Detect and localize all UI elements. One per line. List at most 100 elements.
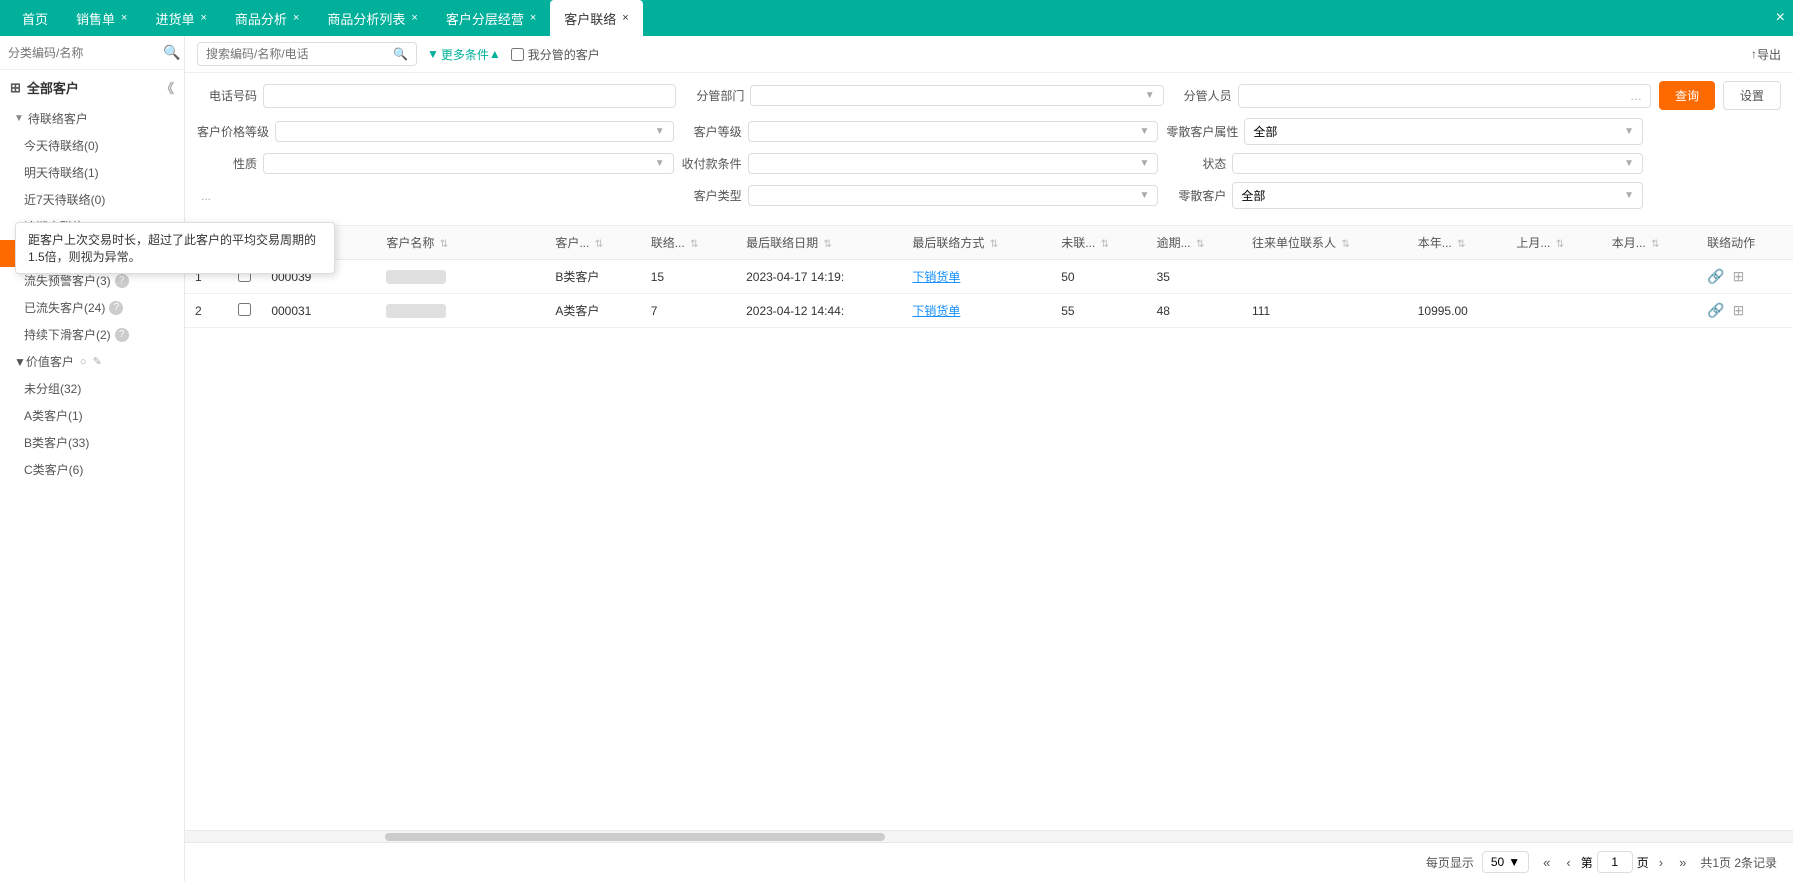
row2-checkbox[interactable] (228, 294, 261, 328)
retail-attr-select[interactable]: 全部 ▼ (1244, 118, 1643, 145)
scrollbar-thumb[interactable] (385, 833, 885, 841)
main-search-icon[interactable]: 🔍 (393, 47, 408, 61)
customer-grade-dropdown-icon: ▼ (1139, 126, 1149, 137)
customer-type-label: 客户类型 (682, 187, 742, 204)
sidebar-item-class-a[interactable]: A类客户(1) (0, 402, 184, 429)
dept-select[interactable]: ▼ (750, 85, 1163, 106)
customer-grade-select[interactable]: ▼ (748, 121, 1159, 142)
sidebar-item-7days-contact[interactable]: 近7天待联络(0) (0, 186, 184, 213)
nav-home[interactable]: 首页 (8, 0, 62, 36)
per-page-label: 每页显示 (1426, 854, 1474, 871)
row1-last-method[interactable]: 下销货单 (902, 260, 1051, 294)
edit-value-group-icon[interactable]: ○ (80, 356, 87, 368)
not-contact-sort-icon[interactable]: ⇅ (1101, 239, 1109, 250)
prev-page-btn[interactable]: ‹ (1560, 853, 1576, 872)
last-page-btn[interactable]: » (1673, 853, 1692, 872)
row2-method-link[interactable]: 下销货单 (912, 304, 960, 318)
sidebar-item-tomorrow-contact[interactable]: 明天待联络(1) (0, 159, 184, 186)
row1-grid-icon[interactable]: ⊞ (1733, 268, 1745, 285)
row1-method-link[interactable]: 下销货单 (912, 270, 960, 284)
last-month-sort-icon[interactable]: ⇅ (1556, 239, 1564, 250)
grid-icon: ⊞ (10, 80, 21, 96)
nav-product-analysis-list[interactable]: 商品分析列表 × (313, 0, 431, 36)
contact-sort-icon[interactable]: ⇅ (690, 239, 698, 250)
close-all-tabs-icon[interactable]: × (1776, 9, 1785, 27)
overdue-sort-icon[interactable]: ⇅ (1196, 239, 1204, 250)
edit-pencil-icon[interactable]: ✎ (93, 355, 102, 368)
contacts-person-sort-icon[interactable]: ⇅ (1341, 239, 1349, 250)
collapse-sidebar-icon[interactable]: 《 (161, 78, 174, 97)
retail-attr-label: 零散客户属性 (1166, 123, 1238, 140)
row2-contacts-person: 111 (1242, 294, 1408, 328)
value-customer-group[interactable]: ▼ 价值客户 ○ ✎ (0, 348, 184, 375)
name-sort-icon[interactable]: ⇅ (440, 239, 448, 250)
sidebar-item-class-c[interactable]: C类客户(6) (0, 456, 184, 483)
person-select[interactable]: … (1238, 84, 1651, 108)
horizontal-scrollbar[interactable] (185, 830, 1793, 842)
next-page-btn[interactable]: › (1653, 853, 1669, 872)
nav-purchase[interactable]: 进货单 × (141, 0, 220, 36)
close-sales-icon[interactable]: × (121, 12, 127, 24)
my-customers-check[interactable] (511, 48, 524, 61)
nav-customer-stratification[interactable]: 客户分层经营 × (432, 0, 550, 36)
sidebar-search-box[interactable]: 🔍 (0, 36, 184, 70)
row2-select-checkbox[interactable] (238, 303, 251, 316)
row2-link-icon[interactable]: 🔗 (1707, 302, 1724, 319)
row2-last-method[interactable]: 下销货单 (902, 294, 1051, 328)
page-number-input[interactable] (1597, 851, 1633, 873)
page-label: 第 (1581, 854, 1593, 871)
main-search-box[interactable]: 🔍 (197, 42, 417, 66)
tooltip-box: 距客户上次交易时长，超过了此客户的平均交易周期的1.5倍，则视为异常。 (185, 222, 335, 274)
row1-link-icon[interactable]: 🔗 (1707, 268, 1724, 285)
gender-filter: 性质 ▼ (197, 153, 674, 174)
export-button[interactable]: ↑ 导出 (1751, 46, 1781, 63)
main-search-input[interactable] (206, 47, 389, 61)
nav-product-analysis[interactable]: 商品分析 × (221, 0, 313, 36)
phone-filter: 电话号码 (197, 84, 676, 108)
my-customers-checkbox[interactable]: 我分管的客户 (511, 46, 600, 63)
col-contacts-person: 往来单位联系人 ⇅ (1242, 226, 1408, 260)
close-customer-stratification-icon[interactable]: × (530, 12, 536, 24)
total-records-label: 共1页 2条记录 (1700, 854, 1777, 871)
sidebar-item-declining[interactable]: 持续下滑客户(2) ? (0, 321, 184, 348)
sidebar-search-icon[interactable]: 🔍 (163, 44, 180, 61)
close-purchase-icon[interactable]: × (200, 12, 206, 24)
close-customer-contact-icon[interactable]: × (622, 12, 628, 24)
sidebar-search-input[interactable] (8, 46, 163, 60)
gender-select[interactable]: ▼ (263, 153, 674, 174)
nav-sales[interactable]: 销售单 × (62, 0, 141, 36)
sidebar-item-class-b[interactable]: B类客户(33) (0, 429, 184, 456)
phone-input[interactable] (263, 84, 676, 108)
per-page-select[interactable]: 50 ▼ (1482, 851, 1529, 873)
retail-customer-select[interactable]: 全部 ▼ (1232, 182, 1643, 209)
settings-button[interactable]: 设置 (1723, 81, 1781, 110)
all-customers-title[interactable]: ⊞ 全部客户 《 (0, 70, 184, 105)
last-method-sort-icon[interactable]: ⇅ (990, 239, 998, 250)
close-product-analysis-list-icon[interactable]: × (411, 12, 417, 24)
this-month-sort-icon[interactable]: ⇅ (1651, 239, 1659, 250)
customer-grade-filter: 客户等级 ▼ (682, 121, 1159, 142)
sidebar-item-today-contact[interactable]: 今天待联络(0) (0, 132, 184, 159)
pending-contact-group[interactable]: ▼ 待联络客户 (0, 105, 184, 132)
row2-grid-icon[interactable]: ⊞ (1733, 302, 1745, 319)
col-name: 客户名称 ⇅ (376, 226, 545, 260)
dots-icon[interactable]: ... (197, 189, 215, 203)
price-grade-label: 客户价格等级 (197, 123, 269, 140)
first-page-btn[interactable]: « (1537, 853, 1556, 872)
type-sort-icon[interactable]: ⇅ (595, 239, 603, 250)
close-product-analysis-icon[interactable]: × (293, 12, 299, 24)
this-year-sort-icon[interactable]: ⇅ (1457, 239, 1465, 250)
sidebar-item-ungrouped[interactable]: 未分组(32) (0, 375, 184, 402)
row2-name-blurred (386, 304, 446, 318)
customer-type-select[interactable]: ▼ (748, 185, 1159, 206)
status-select[interactable]: ▼ (1232, 153, 1643, 174)
payment-select[interactable]: ▼ (748, 153, 1159, 174)
sidebar-item-already-lost[interactable]: 已流失客户(24) ? (0, 294, 184, 321)
query-button[interactable]: 查询 (1659, 81, 1715, 110)
top-navigation: 首页 销售单 × 进货单 × 商品分析 × 商品分析列表 × 客户分层经营 × … (0, 0, 1793, 36)
more-conditions-btn[interactable]: ▼ 更多条件 ▲ (427, 46, 501, 63)
person-more-icon[interactable]: … (1630, 89, 1642, 103)
price-grade-select[interactable]: ▼ (275, 121, 674, 142)
last-date-sort-icon[interactable]: ⇅ (823, 239, 831, 250)
nav-customer-contact[interactable]: 客户联络 × (550, 0, 642, 36)
